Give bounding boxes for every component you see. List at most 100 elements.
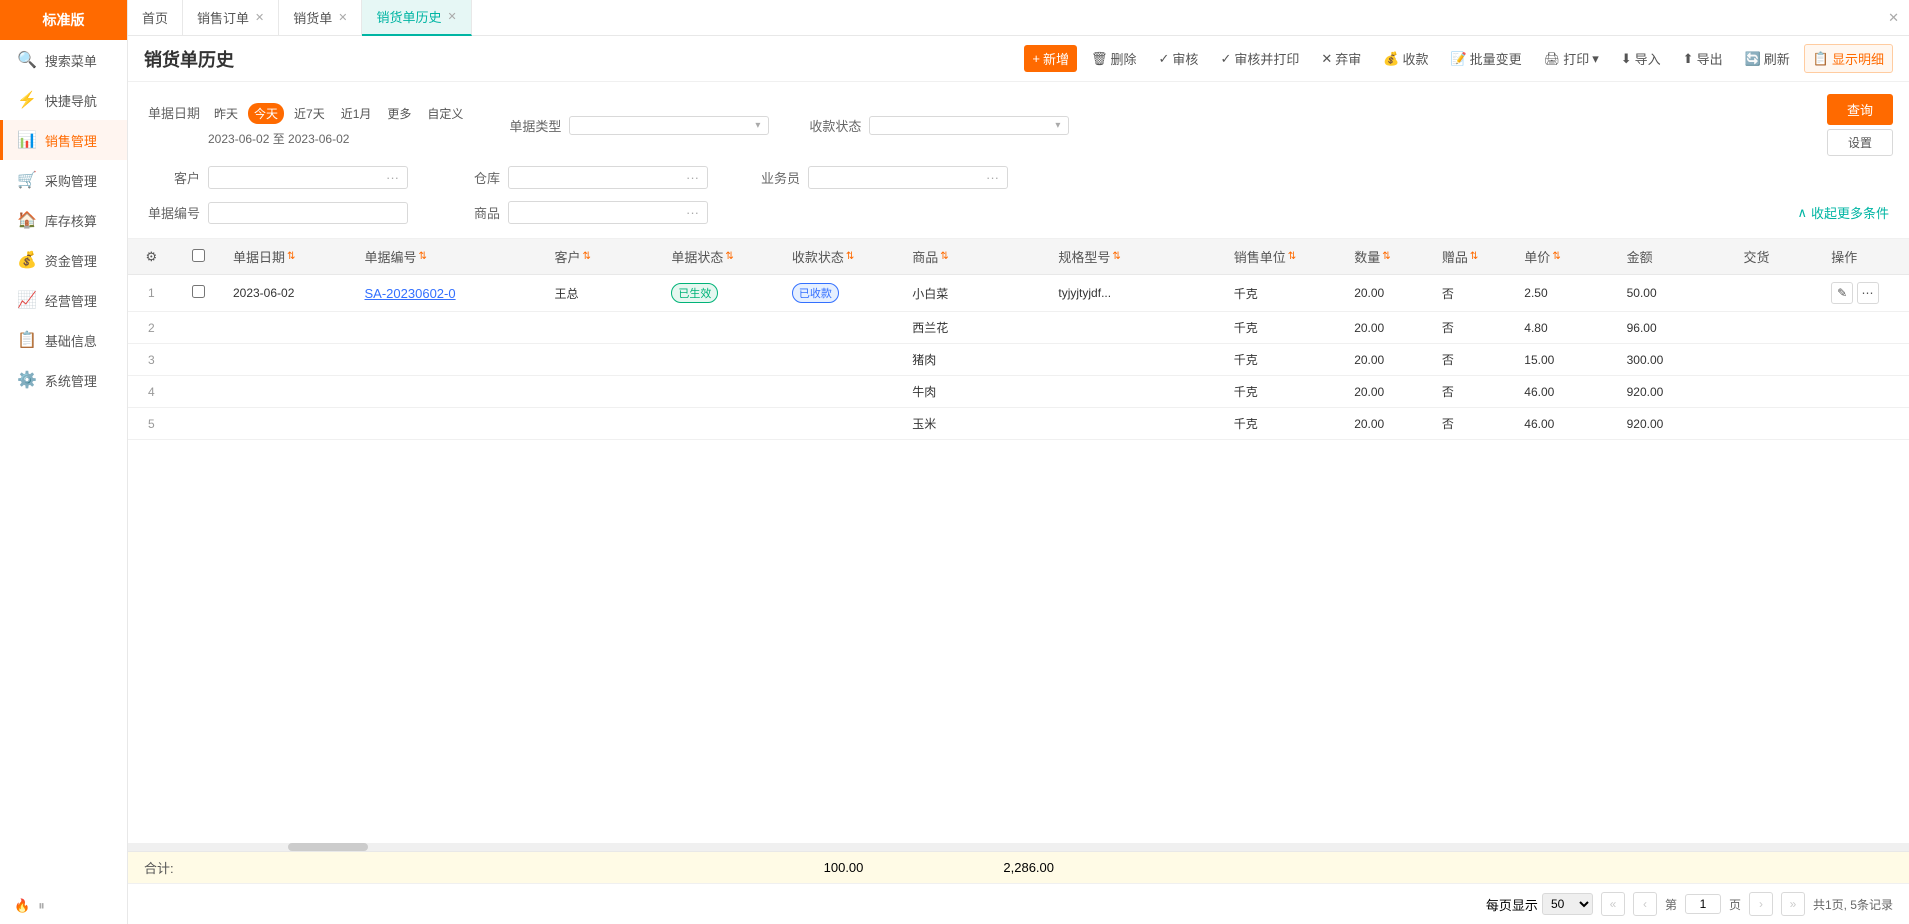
tab-sales-order[interactable]: 销售订单 ✕ <box>183 0 279 36</box>
th-date-sort[interactable]: 单据日期 ⇅ <box>233 247 345 266</box>
settings-col-header[interactable]: ⚙ <box>128 239 175 275</box>
tab-bar-close[interactable]: ✕ <box>1878 10 1909 26</box>
import-button[interactable]: ⬇ 导入 <box>1613 45 1669 72</box>
sidebar-item-basic[interactable]: 📋 基础信息 <box>0 320 127 360</box>
per-page-select[interactable]: 50 100 200 <box>1542 893 1593 915</box>
sidebar-item-operation[interactable]: 📈 经营管理 <box>0 280 127 320</box>
collapse-button[interactable]: ∧ 收起更多条件 <box>1793 199 1893 226</box>
yesterday-btn[interactable]: 昨天 <box>208 103 244 124</box>
sidebar-item-sales[interactable]: 📊 销售管理 <box>0 120 127 160</box>
salesperson-input[interactable]: ··· <box>808 166 1008 189</box>
warehouse-input[interactable]: ··· <box>508 166 708 189</box>
th-spec-sort[interactable]: 规格型号 ⇅ <box>1058 247 1213 266</box>
th-customer-sort[interactable]: 客户 ⇅ <box>555 247 652 266</box>
cell-doc-num[interactable] <box>355 408 545 440</box>
refresh-button[interactable]: 🔄 刷新 <box>1737 45 1798 72</box>
tab-sales-goods-close[interactable]: ✕ <box>338 11 347 24</box>
doc-type-select[interactable]: ▾ <box>569 116 769 135</box>
month-btn[interactable]: 近1月 <box>335 103 378 124</box>
th-goods-sort[interactable]: 商品 ⇅ <box>912 247 1038 266</box>
first-page-button[interactable]: « <box>1601 892 1625 916</box>
set-button[interactable]: 设置 <box>1827 129 1893 156</box>
th-gift-sort[interactable]: 赠品 ⇅ <box>1442 247 1504 266</box>
tab-sales-goods[interactable]: 销货单 ✕ <box>279 0 362 36</box>
row-checkbox-cell[interactable] <box>175 376 223 408</box>
cell-op[interactable] <box>1821 312 1909 344</box>
warehouse-text-input[interactable] <box>517 171 686 185</box>
salesperson-text-input[interactable] <box>817 171 986 185</box>
scrollbar-thumb[interactable] <box>288 843 368 851</box>
receive-button[interactable]: 💰 收款 <box>1375 45 1436 72</box>
cell-doc-num[interactable] <box>355 344 545 376</box>
tab-sales-history-close[interactable]: ✕ <box>448 10 457 23</box>
page-input[interactable]: 1 <box>1685 894 1721 914</box>
audit-button[interactable]: ✓ 审核 <box>1151 45 1207 72</box>
goods-dots-icon[interactable]: ··· <box>686 205 699 220</box>
select-all-checkbox[interactable] <box>192 249 205 262</box>
th-qty[interactable]: 数量 ⇅ <box>1344 239 1432 275</box>
checkbox-col-header[interactable] <box>175 239 223 275</box>
more-op-button[interactable]: ⋯ <box>1857 282 1879 304</box>
sidebar-item-finance[interactable]: 💰 资金管理 <box>0 240 127 280</box>
cell-doc-num[interactable] <box>355 312 545 344</box>
cell-op[interactable] <box>1821 408 1909 440</box>
th-unit-sort[interactable]: 销售单位 ⇅ <box>1234 247 1334 266</box>
th-spec[interactable]: 规格型号 ⇅ <box>1048 239 1223 275</box>
week-btn[interactable]: 近7天 <box>288 103 331 124</box>
warehouse-dots-icon[interactable]: ··· <box>686 170 699 185</box>
tab-sales-order-close[interactable]: ✕ <box>255 11 264 24</box>
th-price[interactable]: 单价 ⇅ <box>1514 239 1616 275</box>
tab-sales-history[interactable]: 销货单历史 ✕ <box>362 0 471 36</box>
th-goods[interactable]: 商品 ⇅ <box>902 239 1048 275</box>
edit-op-button[interactable]: ✎ <box>1831 282 1853 304</box>
sidebar-item-system[interactable]: ⚙️ 系统管理 <box>0 360 127 400</box>
row-checkbox-cell[interactable] <box>175 408 223 440</box>
th-status-sort[interactable]: 单据状态 ⇅ <box>671 247 771 266</box>
th-pay-sort[interactable]: 收款状态 ⇅ <box>792 247 892 266</box>
sidebar-item-search[interactable]: 🔍 搜索菜单 <box>0 40 127 80</box>
doc-num-text-input[interactable] <box>217 206 399 220</box>
today-btn[interactable]: 今天 <box>248 103 284 124</box>
tab-home[interactable]: 首页 <box>128 0 183 36</box>
salesperson-dots-icon[interactable]: ··· <box>986 170 999 185</box>
th-gift[interactable]: 赠品 ⇅ <box>1432 239 1514 275</box>
delete-button[interactable]: 🗑 删除 <box>1083 45 1145 72</box>
th-num[interactable]: 单据编号 ⇅ <box>355 239 545 275</box>
pay-status-select[interactable]: ▾ <box>869 116 1069 135</box>
customer-input[interactable]: ··· <box>208 166 408 189</box>
sidebar-item-inventory[interactable]: 🏠 库存核算 <box>0 200 127 240</box>
prev-page-button[interactable]: ‹ <box>1633 892 1657 916</box>
customer-dots-icon[interactable]: ··· <box>386 170 399 185</box>
row-checkbox[interactable] <box>192 285 205 298</box>
query-button[interactable]: 查询 <box>1827 94 1893 125</box>
audit-print-button[interactable]: ✓ 审核并打印 <box>1212 45 1307 72</box>
cell-doc-num[interactable]: SA-20230602-0 <box>355 275 545 312</box>
th-status[interactable]: 单据状态 ⇅ <box>661 239 781 275</box>
customer-text-input[interactable] <box>217 171 386 185</box>
th-qty-sort[interactable]: 数量 ⇅ <box>1354 247 1422 266</box>
cell-op[interactable] <box>1821 344 1909 376</box>
table-wrapper[interactable]: ⚙ 单据日期 ⇅ 单据编号 <box>128 239 1909 843</box>
goods-text-input[interactable] <box>517 206 686 220</box>
row-checkbox-cell[interactable] <box>175 344 223 376</box>
th-unit[interactable]: 销售单位 ⇅ <box>1224 239 1344 275</box>
last-page-button[interactable]: » <box>1781 892 1805 916</box>
doc-num-input[interactable] <box>208 202 408 224</box>
row-checkbox-cell[interactable] <box>175 312 223 344</box>
batch-button[interactable]: 📝 批量变更 <box>1442 45 1529 72</box>
row-checkbox-cell[interactable] <box>175 275 223 312</box>
sidebar-item-purchase[interactable]: 🛒 采购管理 <box>0 160 127 200</box>
custom-date-btn[interactable]: 自定义 <box>421 103 469 124</box>
abandon-button[interactable]: ✕ 弃审 <box>1313 45 1369 72</box>
th-pay-status[interactable]: 收款状态 ⇅ <box>782 239 902 275</box>
goods-input[interactable]: ··· <box>508 201 708 224</box>
new-button[interactable]: + 新增 <box>1024 45 1077 72</box>
next-page-button[interactable]: › <box>1749 892 1773 916</box>
doc-num-link[interactable]: SA-20230602-0 <box>365 286 456 301</box>
cell-doc-num[interactable] <box>355 376 545 408</box>
table-settings-icon[interactable]: ⚙ <box>146 249 158 264</box>
print-button[interactable]: 🖨 打印 ▾ <box>1536 45 1607 72</box>
show-detail-button[interactable]: 📋 显示明细 <box>1804 44 1893 73</box>
horizontal-scrollbar[interactable] <box>128 843 1909 851</box>
th-date[interactable]: 单据日期 ⇅ <box>223 239 355 275</box>
